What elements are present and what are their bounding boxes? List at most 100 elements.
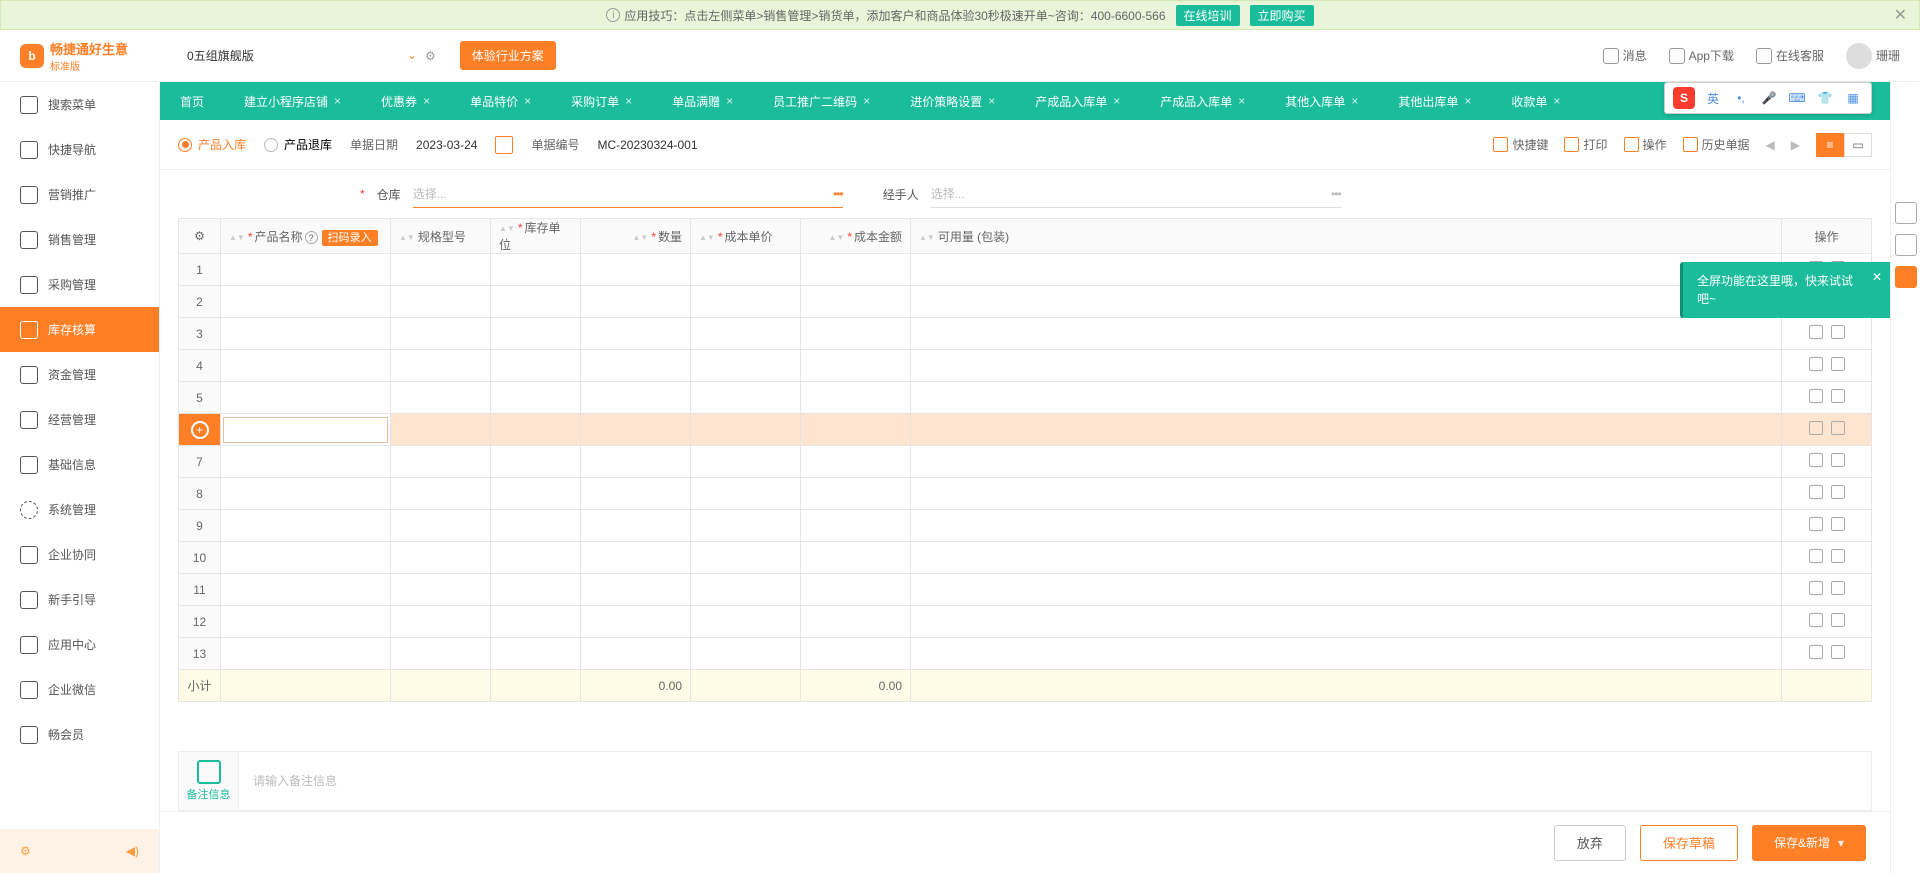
sidebar-item-doc[interactable]: 基础信息 <box>0 442 159 487</box>
col-gear[interactable]: ⚙ <box>179 219 221 254</box>
warehouse-more-icon[interactable]: ••• <box>833 187 843 201</box>
sidebar-item-cart[interactable]: 销售管理 <box>0 217 159 262</box>
copy-row-icon[interactable] <box>1831 389 1845 403</box>
discard-button[interactable]: 放弃 <box>1554 825 1626 861</box>
history-button[interactable]: 历史单据 <box>1683 136 1750 153</box>
table-row[interactable]: 12 <box>179 606 1872 638</box>
add-row-icon[interactable]: + <box>191 421 209 439</box>
tab-close-icon[interactable]: × <box>524 94 531 108</box>
tab[interactable]: 员工推广二维码× <box>753 93 890 110</box>
col-name[interactable]: ▲▼*产品名称?扫码录入 <box>221 219 391 254</box>
user-menu[interactable]: 珊珊 <box>1846 43 1900 69</box>
product-name-input[interactable] <box>223 417 388 443</box>
print-button[interactable]: 打印 <box>1564 136 1607 153</box>
sidebar-item-team[interactable]: 企业协同 <box>0 532 159 577</box>
tab[interactable]: 优惠券× <box>361 93 450 110</box>
date-value[interactable]: 2023-03-24 <box>416 138 477 152</box>
ime-keyboard-icon[interactable]: ⌨ <box>1787 88 1807 108</box>
sidebar-item-vip[interactable]: 畅会员 <box>0 712 159 757</box>
sidebar-item-search[interactable]: 搜索菜单 <box>0 82 159 127</box>
org-selector[interactable]: 0五组旗舰版 ⌄ ⚙ <box>187 41 436 71</box>
col-unit[interactable]: ▲▼*库存单位 <box>491 219 581 254</box>
table-row[interactable]: 4 <box>179 350 1872 382</box>
delete-row-icon[interactable] <box>1809 325 1823 339</box>
copy-row-icon[interactable] <box>1831 517 1845 531</box>
col-price[interactable]: ▲▼*成本单价 <box>691 219 801 254</box>
sidebar-item-app[interactable]: 应用中心 <box>0 622 159 667</box>
support-button[interactable]: 在线客服 <box>1756 47 1824 64</box>
sidebar-item-guide[interactable]: 新手引导 <box>0 577 159 622</box>
tab[interactable]: 其他入库单× <box>1265 93 1378 110</box>
help-icon[interactable]: ? <box>305 231 318 244</box>
remark-input[interactable] <box>239 752 1871 810</box>
table-row[interactable]: 3 <box>179 318 1872 350</box>
table-row[interactable]: 9 <box>179 510 1872 542</box>
tab-close-icon[interactable]: × <box>1464 94 1471 108</box>
tip-close-icon[interactable]: ✕ <box>1872 268 1882 286</box>
ime-punct-icon[interactable]: •, <box>1731 88 1751 108</box>
delete-row-icon[interactable] <box>1809 485 1823 499</box>
radio-in[interactable]: 产品入库 <box>178 136 246 153</box>
sidebar-item-chart[interactable]: 经营管理 <box>0 397 159 442</box>
collapse-icon[interactable]: ◀) <box>126 844 139 858</box>
try-solution-button[interactable]: 体验行业方案 <box>460 41 556 70</box>
table-row[interactable]: 10 <box>179 542 1872 574</box>
delete-row-icon[interactable] <box>1809 645 1823 659</box>
rail-attach-icon[interactable] <box>1895 234 1917 256</box>
tab[interactable]: 产成品入库单× <box>1140 93 1265 110</box>
tab[interactable]: 首页 <box>160 93 224 110</box>
copy-row-icon[interactable] <box>1831 549 1845 563</box>
banner-buy-button[interactable]: 立即购买 <box>1250 5 1314 26</box>
radio-out[interactable]: 产品退库 <box>264 136 332 153</box>
settings-icon[interactable]: ⚙ <box>20 844 31 858</box>
warehouse-field[interactable]: *仓库 选择... ••• <box>360 180 843 208</box>
delete-row-icon[interactable] <box>1809 517 1823 531</box>
banner-training-button[interactable]: 在线培训 <box>1176 5 1240 26</box>
sidebar-item-wechat[interactable]: 企业微信 <box>0 667 159 712</box>
col-spec[interactable]: ▲▼规格型号 <box>391 219 491 254</box>
tab-close-icon[interactable]: × <box>863 94 870 108</box>
ime-grid-icon[interactable]: ▦ <box>1843 88 1863 108</box>
tab[interactable]: 采购订单× <box>551 93 652 110</box>
save-button[interactable]: 保存&新增▾ <box>1752 825 1866 861</box>
prev-icon[interactable]: ◀ <box>1766 138 1775 152</box>
handler-more-icon[interactable]: ••• <box>1331 187 1341 201</box>
ime-lang[interactable]: 英 <box>1703 88 1723 108</box>
tab-close-icon[interactable]: × <box>726 94 733 108</box>
tab[interactable]: 收款单× <box>1491 93 1580 110</box>
delete-row-icon[interactable] <box>1809 581 1823 595</box>
copy-row-icon[interactable] <box>1831 645 1845 659</box>
table-row[interactable]: 1 <box>179 254 1872 286</box>
col-avail[interactable]: ▲▼可用量 (包装) <box>911 219 1782 254</box>
handler-field[interactable]: 经手人 选择... ••• <box>883 180 1341 208</box>
sidebar-item-gift[interactable]: 营销推广 <box>0 172 159 217</box>
tab-close-icon[interactable]: × <box>1351 94 1358 108</box>
gear-icon[interactable]: ⚙ <box>194 229 205 243</box>
copy-row-icon[interactable] <box>1831 357 1845 371</box>
sidebar-item-stock[interactable]: 库存核算 <box>0 307 159 352</box>
delete-row-icon[interactable] <box>1809 389 1823 403</box>
shortcut-button[interactable]: 快捷键 <box>1493 136 1548 153</box>
calendar-icon[interactable] <box>495 136 513 154</box>
ime-voice-icon[interactable]: 🎤 <box>1759 88 1779 108</box>
tab[interactable]: 建立小程序店铺× <box>224 93 361 110</box>
sidebar-item-sys[interactable]: 系统管理 <box>0 487 159 532</box>
sidebar-item-bag[interactable]: 采购管理 <box>0 262 159 307</box>
copy-row-icon[interactable] <box>1831 453 1845 467</box>
copy-row-icon[interactable] <box>1831 613 1845 627</box>
table-row[interactable]: 2 <box>179 286 1872 318</box>
tab[interactable]: 进价策略设置× <box>890 93 1015 110</box>
tab-close-icon[interactable]: × <box>1238 94 1245 108</box>
delete-row-icon[interactable] <box>1809 453 1823 467</box>
table-row[interactable]: + <box>179 414 1872 446</box>
delete-row-icon[interactable] <box>1809 357 1823 371</box>
copy-row-icon[interactable] <box>1831 421 1845 435</box>
table-row[interactable]: 11 <box>179 574 1872 606</box>
table-row[interactable]: 13 <box>179 638 1872 670</box>
tab[interactable]: 单品特价× <box>450 93 551 110</box>
org-settings-icon[interactable]: ⚙ <box>425 49 436 63</box>
copy-row-icon[interactable] <box>1831 325 1845 339</box>
delete-row-icon[interactable] <box>1809 549 1823 563</box>
sidebar-item-bolt[interactable]: 快捷导航 <box>0 127 159 172</box>
banner-close-icon[interactable]: ✕ <box>1894 5 1907 25</box>
